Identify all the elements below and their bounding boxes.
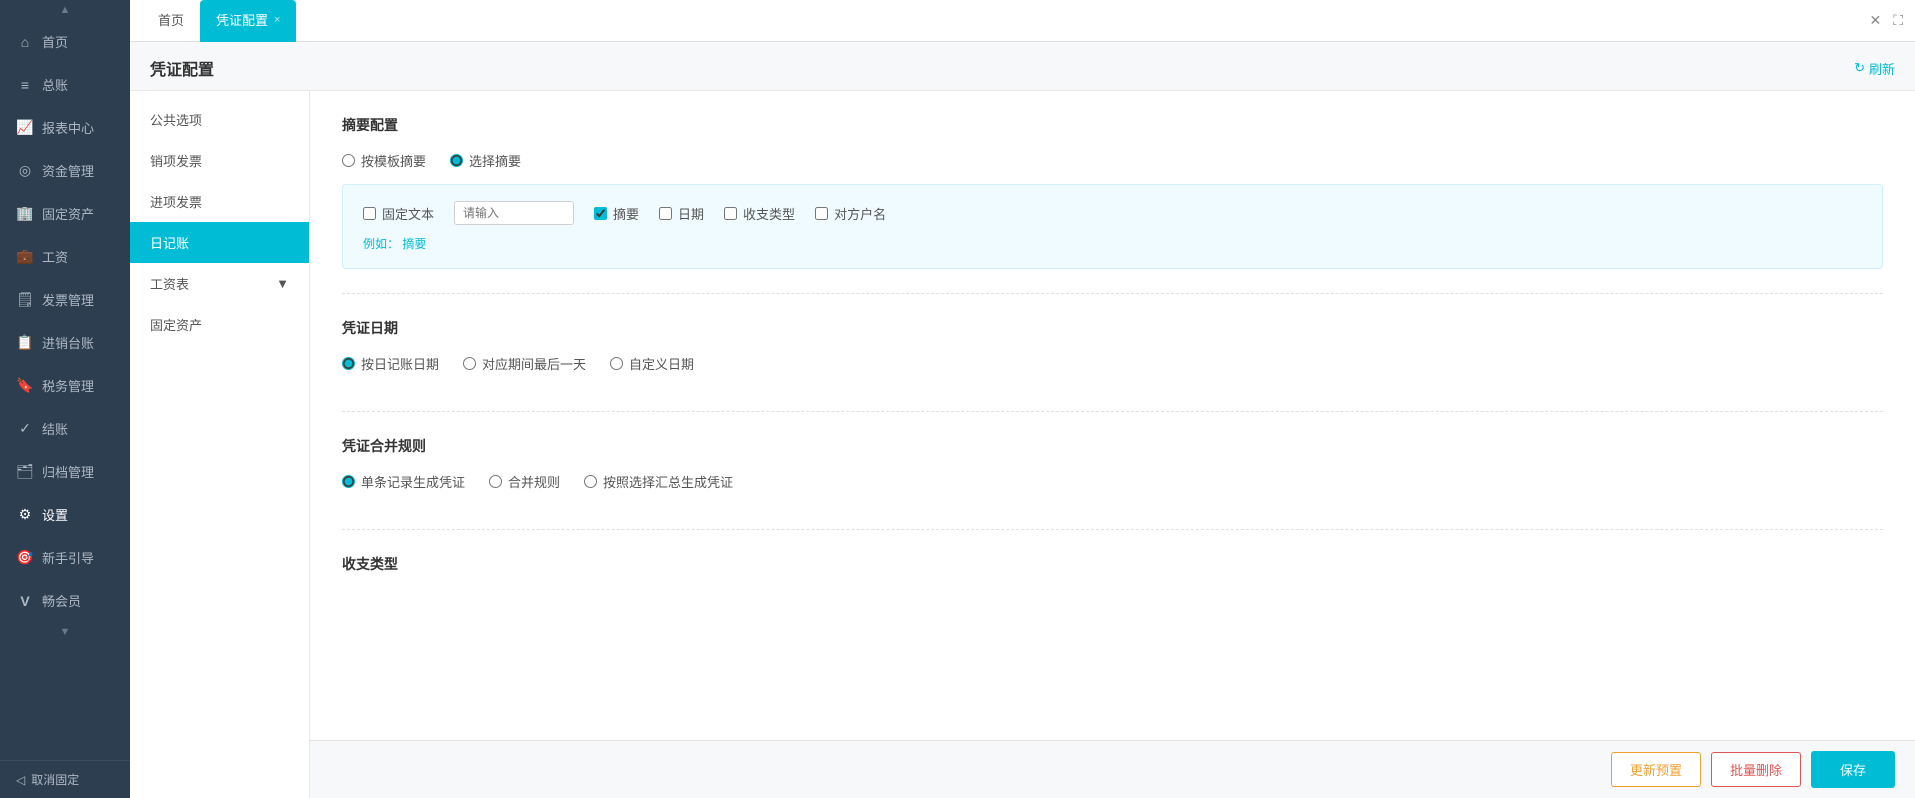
expand-arrow-icon: ▼ <box>276 276 289 291</box>
merge-rule-radio-group: 单条记录生成凭证 合并规则 按照选择汇总生成凭证 <box>342 472 1883 491</box>
window-controls: ✕ ⛶ <box>1869 12 1903 29</box>
radio-select-summary[interactable]: 选择摘要 <box>450 151 521 170</box>
example-text: 例如： 摘要 <box>363 235 1862 252</box>
archive-icon: 🗂 <box>16 463 34 480</box>
refresh-button[interactable]: ↻ 刷新 <box>1854 59 1895 78</box>
tab-home[interactable]: 首页 <box>142 0 200 42</box>
nav-journal[interactable]: 日记账 <box>130 222 309 263</box>
summary-radio-group: 按模板摘要 选择摘要 <box>342 151 1883 170</box>
save-button[interactable]: 保存 <box>1811 751 1895 788</box>
sidebar-item-purchase-sales[interactable]: 📋 进销台账 <box>0 321 130 364</box>
checkbox-date[interactable]: 日期 <box>659 204 704 223</box>
guide-icon: 🎯 <box>16 549 34 566</box>
closing-icon: ✓ <box>16 420 34 437</box>
update-preview-button[interactable]: 更新预置 <box>1611 752 1701 787</box>
sidebar-item-payroll[interactable]: 💼 工资 <box>0 235 130 278</box>
sidebar-item-report-center[interactable]: 📈 报表中心 <box>0 106 130 149</box>
settings-icon: ⚙ <box>16 506 34 523</box>
nav-payroll-table[interactable]: 工资表 ▼ <box>130 263 309 304</box>
radio-period-last-day[interactable]: 对应期间最后一天 <box>463 354 586 373</box>
assets-icon: 🏢 <box>16 205 34 222</box>
sidebar-scroll-up[interactable]: ▲ <box>0 0 130 20</box>
right-scroll-area: 摘要配置 按模板摘要 选择摘要 <box>310 91 1915 740</box>
payroll-icon: 💼 <box>16 248 34 265</box>
invoice-icon: 🗒 <box>16 291 34 308</box>
report-icon: 📈 <box>16 119 34 136</box>
sidebar: ▲ ⌂ 首页 ≡ 总账 📈 报表中心 ◎ 资金管理 🏢 固定资产 💼 工资 🗒 … <box>0 0 130 798</box>
radio-summary-voucher[interactable]: 按照选择汇总生成凭证 <box>584 472 733 491</box>
sidebar-item-archive[interactable]: 🗂 归档管理 <box>0 450 130 493</box>
voucher-date-section: 凭证日期 按日记账日期 对应期间最后一天 自定义日期 <box>342 318 1883 412</box>
summary-config-box: 固定文本 摘要 日期 <box>342 184 1883 269</box>
sidebar-item-fixed-assets[interactable]: 🏢 固定资产 <box>0 192 130 235</box>
main-area: 首页 凭证配置 × ✕ ⛶ 凭证配置 ↻ 刷新 公共选项 销项发票 进项 <box>130 0 1915 798</box>
nav-public-options[interactable]: 公共选项 <box>130 99 309 140</box>
window-maximize-icon[interactable]: ⛶ <box>1893 12 1903 29</box>
tax-icon: 🔖 <box>16 377 34 394</box>
merge-rule-section: 凭证合并规则 单条记录生成凭证 合并规则 按照选择汇总生成凭证 <box>342 436 1883 530</box>
merge-rule-title: 凭证合并规则 <box>342 436 1883 456</box>
refresh-icon: ↻ <box>1854 60 1865 76</box>
sidebar-item-guide[interactable]: 🎯 新手引导 <box>0 536 130 579</box>
home-icon: ⌂ <box>16 34 34 50</box>
sidebar-scroll-down[interactable]: ▼ <box>0 622 130 642</box>
vip-icon: V <box>16 593 34 609</box>
sidebar-item-fund-management[interactable]: ◎ 资金管理 <box>0 149 130 192</box>
radio-journal-date[interactable]: 按日记账日期 <box>342 354 439 373</box>
content-area: 公共选项 销项发票 进项发票 日记账 工资表 ▼ 固定资产 <box>130 91 1915 798</box>
purchase-icon: 📋 <box>16 334 34 351</box>
ledger-icon: ≡ <box>16 77 34 93</box>
voucher-date-title: 凭证日期 <box>342 318 1883 338</box>
radio-template-summary[interactable]: 按模板摘要 <box>342 151 426 170</box>
batch-delete-button[interactable]: 批量删除 <box>1711 752 1801 787</box>
tab-bar: 首页 凭证配置 × ✕ ⛶ <box>130 0 1915 42</box>
checkbox-fixed-text[interactable]: 固定文本 <box>363 204 434 223</box>
nav-sales-invoice[interactable]: 销项发票 <box>130 140 309 181</box>
sidebar-item-general-ledger[interactable]: ≡ 总账 <box>0 63 130 106</box>
checkbox-income-type[interactable]: 收支类型 <box>724 204 795 223</box>
radio-custom-date[interactable]: 自定义日期 <box>610 354 694 373</box>
income-type-section: 收支类型 <box>342 554 1883 614</box>
sidebar-item-tax-management[interactable]: 🔖 税务管理 <box>0 364 130 407</box>
fund-icon: ◎ <box>16 162 34 179</box>
radio-merge-rule[interactable]: 合并规则 <box>489 472 560 491</box>
left-nav: 公共选项 销项发票 进项发票 日记账 工资表 ▼ 固定资产 <box>130 91 310 798</box>
sidebar-item-vip[interactable]: V 畅会员 <box>0 579 130 622</box>
checkbox-row: 固定文本 摘要 日期 <box>363 201 1862 225</box>
sidebar-item-closing[interactable]: ✓ 结账 <box>0 407 130 450</box>
unpin-icon: ◁ <box>16 773 25 787</box>
voucher-date-radio-group: 按日记账日期 对应期间最后一天 自定义日期 <box>342 354 1883 373</box>
income-type-title: 收支类型 <box>342 554 1883 574</box>
sidebar-item-home[interactable]: ⌂ 首页 <box>0 20 130 63</box>
radio-single-record[interactable]: 单条记录生成凭证 <box>342 472 465 491</box>
page-header: 凭证配置 ↻ 刷新 <box>130 42 1915 91</box>
sidebar-item-invoice-management[interactable]: 🗒 发票管理 <box>0 278 130 321</box>
fixed-text-input[interactable] <box>454 201 574 225</box>
tab-close-icon[interactable]: × <box>274 14 280 26</box>
tab-voucher-config[interactable]: 凭证配置 × <box>200 0 296 42</box>
bottom-bar: 更新预置 批量删除 保存 <box>310 740 1915 798</box>
checkbox-counterparty-name[interactable]: 对方户名 <box>815 204 886 223</box>
nav-fixed-assets-sub[interactable]: 固定资产 <box>130 304 309 345</box>
sidebar-item-settings[interactable]: ⚙ 设置 <box>0 493 130 536</box>
page-title: 凭证配置 <box>150 56 214 80</box>
nav-purchase-invoice[interactable]: 进项发票 <box>130 181 309 222</box>
summary-config-title: 摘要配置 <box>342 115 1883 135</box>
checkbox-summary[interactable]: 摘要 <box>594 204 639 223</box>
window-close-icon[interactable]: ✕ <box>1869 12 1881 29</box>
sidebar-unpin-button[interactable]: ◁ 取消固定 <box>0 760 130 798</box>
right-content: 摘要配置 按模板摘要 选择摘要 <box>310 91 1915 798</box>
summary-config-section: 摘要配置 按模板摘要 选择摘要 <box>342 115 1883 294</box>
